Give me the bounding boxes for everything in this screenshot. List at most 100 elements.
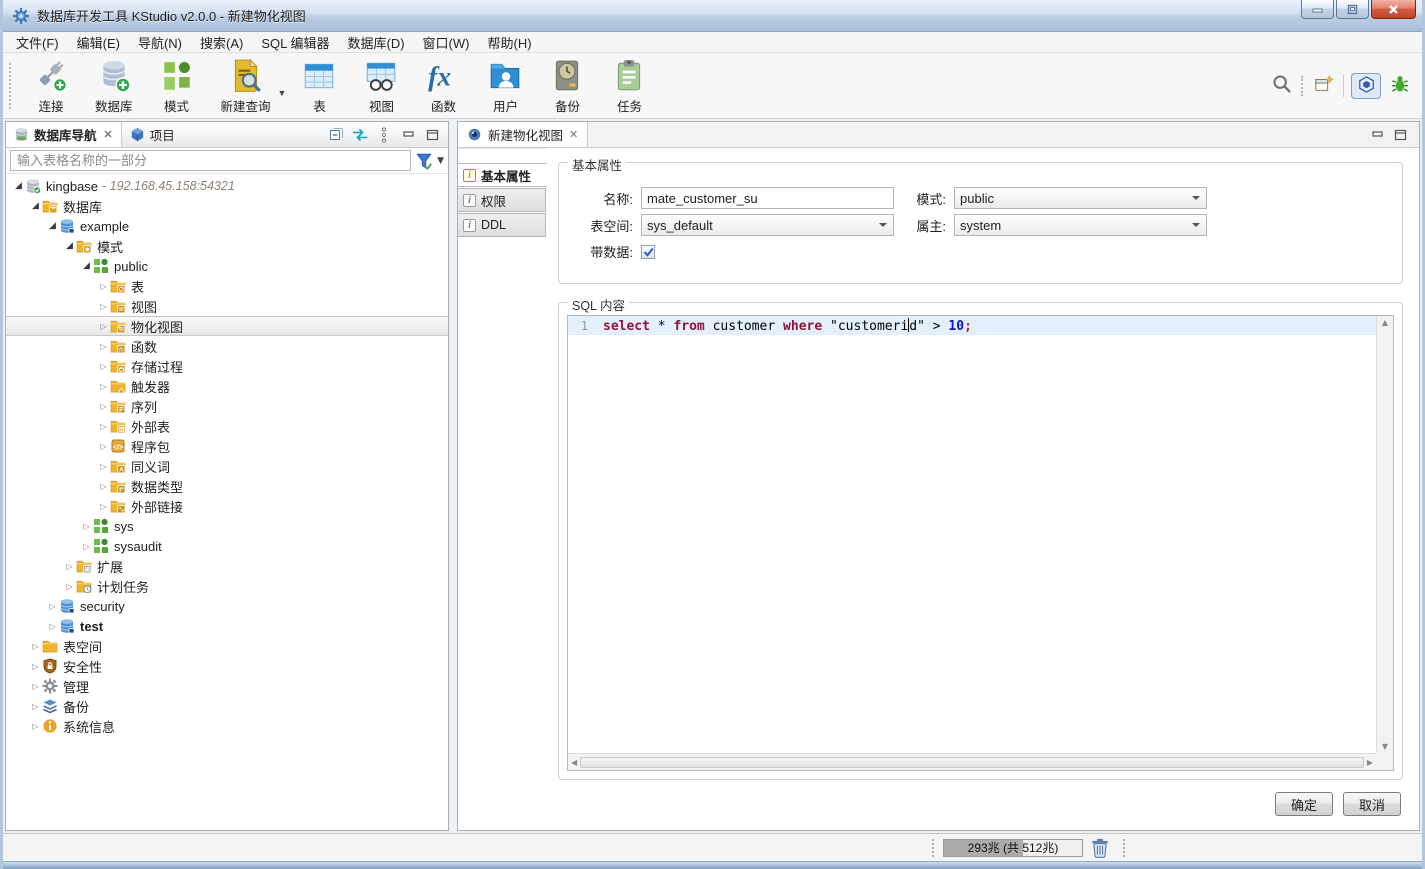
toolbar-button-view[interactable]: 视图 (350, 54, 412, 117)
minimize-button[interactable] (1301, 0, 1334, 19)
tree-collapsed-arrow-icon[interactable]: ▷ (97, 462, 110, 471)
tree-item-触发器[interactable]: ▷ 触发器 (6, 376, 448, 396)
tree-collapsed-arrow-icon[interactable]: ▷ (97, 502, 110, 511)
toolbar-drag-handle[interactable] (1301, 75, 1305, 96)
tree-item-sys[interactable]: ▷ sys (6, 516, 448, 536)
toolbar-button-backup[interactable]: 备份 (536, 54, 598, 117)
tree-collapsed-arrow-icon[interactable]: ▷ (97, 282, 110, 291)
tree-item-安全性[interactable]: ▷ 安全性 (6, 656, 448, 676)
tree-collapsed-arrow-icon[interactable]: ▷ (29, 702, 42, 711)
tree-item-管理[interactable]: ▷ 管理 (6, 676, 448, 696)
tree-expanded-arrow-icon[interactable]: ◢ (80, 261, 93, 271)
tree-item-外部链接[interactable]: ▷ 外部链接 (6, 496, 448, 516)
tree-item-外部表[interactable]: ▷ 外部表 (6, 416, 448, 436)
tree-expanded-arrow-icon[interactable]: ◢ (46, 221, 59, 231)
side-tab-权限[interactable]: i 权限 (458, 188, 546, 212)
tree-collapsed-arrow-icon[interactable]: ▷ (29, 682, 42, 691)
toolbar-button-connect[interactable]: 连接 (20, 54, 82, 117)
toolbar-button-user[interactable]: 用户 (474, 54, 536, 117)
tree-item-sysaudit[interactable]: ▷ sysaudit (6, 536, 448, 556)
minimize-view-icon[interactable] (400, 127, 416, 143)
sql-editor[interactable]: 1 select * from customer where "customer… (567, 315, 1394, 771)
menu-item-3[interactable]: 搜索(A) (191, 31, 252, 54)
tree-item-example[interactable]: ◢ example (6, 216, 448, 236)
maximize-view-icon[interactable] (1394, 129, 1407, 141)
schema-select[interactable]: public (954, 187, 1207, 209)
with-data-checkbox[interactable] (641, 244, 655, 259)
toolbar-button-table[interactable]: 表 (288, 54, 350, 117)
link-with-editor-icon[interactable] (352, 127, 368, 143)
close-button[interactable] (1371, 0, 1416, 19)
minimize-view-icon[interactable] (1371, 129, 1384, 140)
toolbar-button-task[interactable]: 任务 (598, 54, 660, 117)
side-tab-DDL[interactable]: i DDL (458, 213, 546, 237)
tab-new-materialized-view[interactable]: 新建物化视图 ✕ (458, 122, 589, 147)
tree-filter-input[interactable] (10, 150, 412, 171)
menu-item-2[interactable]: 导航(N) (129, 31, 191, 54)
statusbar-drag-handle[interactable] (932, 838, 937, 857)
toolbar-button-function[interactable]: fx 函数 (412, 54, 474, 117)
tree-collapsed-arrow-icon[interactable]: ▷ (97, 302, 110, 311)
perspective-active-button[interactable] (1351, 72, 1381, 99)
cancel-button[interactable]: 取消 (1343, 792, 1401, 816)
menu-item-1[interactable]: 编辑(E) (68, 31, 129, 54)
tree-expanded-arrow-icon[interactable]: ◢ (63, 241, 76, 251)
tree-collapsed-arrow-icon[interactable]: ▷ (63, 562, 76, 571)
tablespace-select[interactable]: sys_default (641, 214, 894, 236)
tree-collapsed-arrow-icon[interactable]: ▷ (29, 662, 42, 671)
tree-collapsed-arrow-icon[interactable]: ▷ (97, 362, 110, 371)
side-tab-基本属性[interactable]: i 基本属性 (458, 163, 547, 187)
tree-item-同义词[interactable]: ▷ A 同义词 (6, 456, 448, 476)
tree-item-test[interactable]: ▷ test (6, 616, 448, 636)
tree-item-模式[interactable]: ◢ 模式 (6, 236, 448, 256)
menu-item-6[interactable]: 窗口(W) (414, 31, 479, 54)
vertical-scrollbar[interactable]: ▲ ▼ (1376, 316, 1393, 753)
tree-item-表空间[interactable]: ▷ 表空间 (6, 636, 448, 656)
tree-collapsed-arrow-icon[interactable]: ▷ (97, 342, 110, 351)
toolbar-button-new-query[interactable]: 新建查询 (208, 54, 284, 117)
tree-item-视图[interactable]: ▷ 视图 (6, 296, 448, 316)
tree-item-物化视图[interactable]: ▷ 物化视图 (6, 316, 448, 336)
menu-item-4[interactable]: SQL 编辑器 (252, 31, 338, 54)
tree-item-public[interactable]: ◢ public (6, 256, 448, 276)
tree-collapsed-arrow-icon[interactable]: ▷ (63, 582, 76, 591)
tree-collapsed-arrow-icon[interactable]: ▷ (97, 442, 110, 451)
tree-expanded-arrow-icon[interactable]: ◢ (29, 201, 42, 211)
tree-item-表[interactable]: ▷ 表 (6, 276, 448, 296)
tree-item-函数[interactable]: ▷ fx 函数 (6, 336, 448, 356)
search-button[interactable] (1270, 74, 1294, 98)
toolbar-drag-handle[interactable] (9, 62, 14, 109)
view-menu-icon[interactable] (376, 126, 392, 143)
menu-item-0[interactable]: 文件(F) (7, 31, 68, 54)
tab-close-icon[interactable]: ✕ (569, 128, 578, 141)
scroll-right-icon[interactable]: ▶ (1367, 758, 1373, 767)
filter-menu-caret[interactable]: ▼ (437, 156, 444, 166)
tree-item-kingbase[interactable]: ◢ kingbase - 192.168.45.158:54321 (6, 176, 448, 196)
owner-select[interactable]: system (954, 214, 1207, 236)
toolbar-button-schema[interactable]: 模式 (146, 54, 208, 117)
filter-funnel-icon[interactable] (415, 152, 433, 170)
restore-button[interactable] (1336, 0, 1369, 19)
collapse-all-icon[interactable] (328, 127, 344, 143)
maximize-view-icon[interactable] (424, 127, 440, 143)
tab-project[interactable]: 项目 (122, 122, 183, 147)
tree-item-数据库[interactable]: ◢ 数据库 (6, 196, 448, 216)
debug-button[interactable] (1388, 74, 1412, 98)
scroll-down-icon[interactable]: ▼ (1382, 742, 1388, 751)
tree-collapsed-arrow-icon[interactable]: ▷ (97, 402, 110, 411)
open-perspective-button[interactable] (1312, 74, 1336, 98)
tree-collapsed-arrow-icon[interactable]: ▷ (97, 382, 110, 391)
tree-collapsed-arrow-icon[interactable]: ▷ (97, 322, 110, 331)
tree-collapsed-arrow-icon[interactable]: ▷ (46, 602, 59, 611)
panel-splitter[interactable] (449, 121, 457, 831)
sql-line-1[interactable]: 1 select * from customer where "customer… (568, 316, 1393, 335)
tree-collapsed-arrow-icon[interactable]: ▷ (29, 642, 42, 651)
tree-item-存储过程[interactable]: ▷ 存储过程 (6, 356, 448, 376)
tree-item-计划任务[interactable]: ▷ 计划任务 (6, 576, 448, 596)
scroll-up-icon[interactable]: ▲ (1382, 318, 1388, 327)
scroll-left-icon[interactable]: ◀ (571, 758, 577, 767)
name-input[interactable] (641, 187, 894, 209)
tree-collapsed-arrow-icon[interactable]: ▷ (46, 622, 59, 631)
tab-database-navigator[interactable]: 数据库导航 ✕ (6, 122, 122, 147)
ok-button[interactable]: 确定 (1275, 792, 1333, 816)
